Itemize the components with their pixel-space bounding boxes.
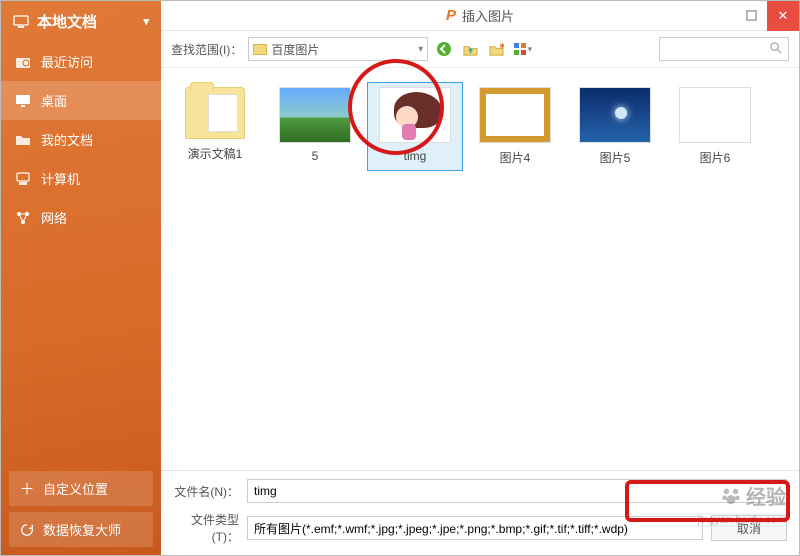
- main-panel: P 插入图片 ✕ 查找范围(I)： 百度图片 ▾: [161, 1, 799, 555]
- bottom-form: 文件名(N)： 文件类型(T)： 取消: [161, 470, 799, 555]
- plus-icon: ＋: [19, 481, 35, 497]
- insert-picture-dialog: 本地文档 ▾ 最近访问 桌面 我的文档 计算机: [0, 0, 800, 556]
- data-recover-label: 数据恢复大师: [43, 520, 121, 539]
- path-toolbar: 查找范围(I)： 百度图片 ▾ ✱ ▾: [161, 31, 799, 68]
- lookin-combo[interactable]: 百度图片 ▾: [248, 37, 428, 61]
- sidebar-title: 本地文档: [37, 11, 97, 32]
- chevron-down-icon: ▾: [418, 44, 423, 55]
- sidebar-item-computer[interactable]: 计算机: [1, 159, 161, 198]
- sidebar-item-label: 最近访问: [41, 52, 93, 71]
- dialog-title-text: 插入图片: [462, 6, 514, 25]
- dialog-title: P 插入图片: [446, 6, 514, 25]
- clock-folder-icon: [15, 54, 31, 70]
- back-button[interactable]: [434, 39, 454, 59]
- file-item-image[interactable]: 图片4: [467, 82, 563, 171]
- titlebar: P 插入图片 ✕: [161, 1, 799, 31]
- network-icon: [15, 210, 31, 226]
- view-mode-button[interactable]: ▾: [512, 39, 532, 59]
- chevron-down-icon: ▾: [528, 44, 533, 55]
- sidebar: 本地文档 ▾ 最近访问 桌面 我的文档 计算机: [1, 1, 161, 555]
- filetype-combo[interactable]: [247, 516, 703, 540]
- close-button[interactable]: ✕: [767, 1, 799, 31]
- file-item-folder[interactable]: 演示文稿1: [167, 82, 263, 171]
- monitor-icon: [13, 14, 29, 30]
- file-item-image-selected[interactable]: timg: [367, 82, 463, 171]
- sidebar-item-network[interactable]: 网络: [1, 198, 161, 237]
- filename-label: 文件名(N)：: [173, 483, 239, 500]
- file-item-image[interactable]: 图片6: [667, 82, 763, 171]
- file-item-image[interactable]: 5: [267, 82, 363, 171]
- image-thumb: [679, 87, 751, 143]
- filetype-label: 文件类型(T)：: [173, 511, 239, 545]
- image-thumb: [379, 87, 451, 143]
- file-label: 图片6: [700, 149, 731, 166]
- computer-icon: [15, 171, 31, 187]
- maximize-button[interactable]: [735, 1, 767, 31]
- lookin-label: 查找范围(I)：: [171, 41, 242, 58]
- desktop-icon: [15, 93, 31, 109]
- app-logo-icon: P: [446, 7, 456, 24]
- file-label: 图片5: [600, 149, 631, 166]
- lookin-value: 百度图片: [271, 41, 319, 58]
- chevron-down-icon: ▾: [143, 15, 149, 28]
- file-label: 演示文稿1: [188, 145, 243, 162]
- search-icon: [769, 41, 782, 57]
- paw-icon: [720, 485, 742, 507]
- sidebar-item-label: 计算机: [41, 169, 80, 188]
- watermark-text: 经验: [746, 481, 786, 510]
- refresh-icon: [19, 522, 35, 538]
- folder-thumb-icon: [185, 87, 245, 139]
- sidebar-item-label: 我的文档: [41, 130, 93, 149]
- folder-icon: [253, 44, 267, 55]
- sidebar-item-label: 桌面: [41, 91, 67, 110]
- custom-location-button[interactable]: ＋ 自定义位置: [9, 471, 153, 506]
- sidebar-item-recent[interactable]: 最近访问: [1, 42, 161, 81]
- custom-location-label: 自定义位置: [43, 479, 108, 498]
- file-item-image[interactable]: 图片5: [567, 82, 663, 171]
- file-label: timg: [404, 149, 427, 163]
- file-grid: 演示文稿1 5 timg 图片4 图片5 图片6: [161, 68, 799, 470]
- new-folder-button[interactable]: ✱: [486, 39, 506, 59]
- svg-text:✱: ✱: [499, 42, 504, 51]
- up-button[interactable]: [460, 39, 480, 59]
- folder-icon: [15, 132, 31, 148]
- search-input[interactable]: [659, 37, 789, 61]
- sidebar-header[interactable]: 本地文档 ▾: [1, 1, 161, 42]
- sidebar-bottom: ＋ 自定义位置 数据恢复大师: [1, 463, 161, 555]
- sidebar-item-documents[interactable]: 我的文档: [1, 120, 161, 159]
- watermark-sub: jingyan.baidu.com: [697, 514, 786, 526]
- filename-input[interactable]: [247, 479, 787, 503]
- image-thumb: [579, 87, 651, 143]
- data-recover-button[interactable]: 数据恢复大师: [9, 512, 153, 547]
- image-thumb: [479, 87, 551, 143]
- sidebar-item-label: 网络: [41, 208, 67, 227]
- file-label: 5: [312, 149, 319, 163]
- sidebar-item-desktop[interactable]: 桌面: [1, 81, 161, 120]
- watermark: 经验: [720, 481, 786, 510]
- file-label: 图片4: [500, 149, 531, 166]
- image-thumb: [279, 87, 351, 143]
